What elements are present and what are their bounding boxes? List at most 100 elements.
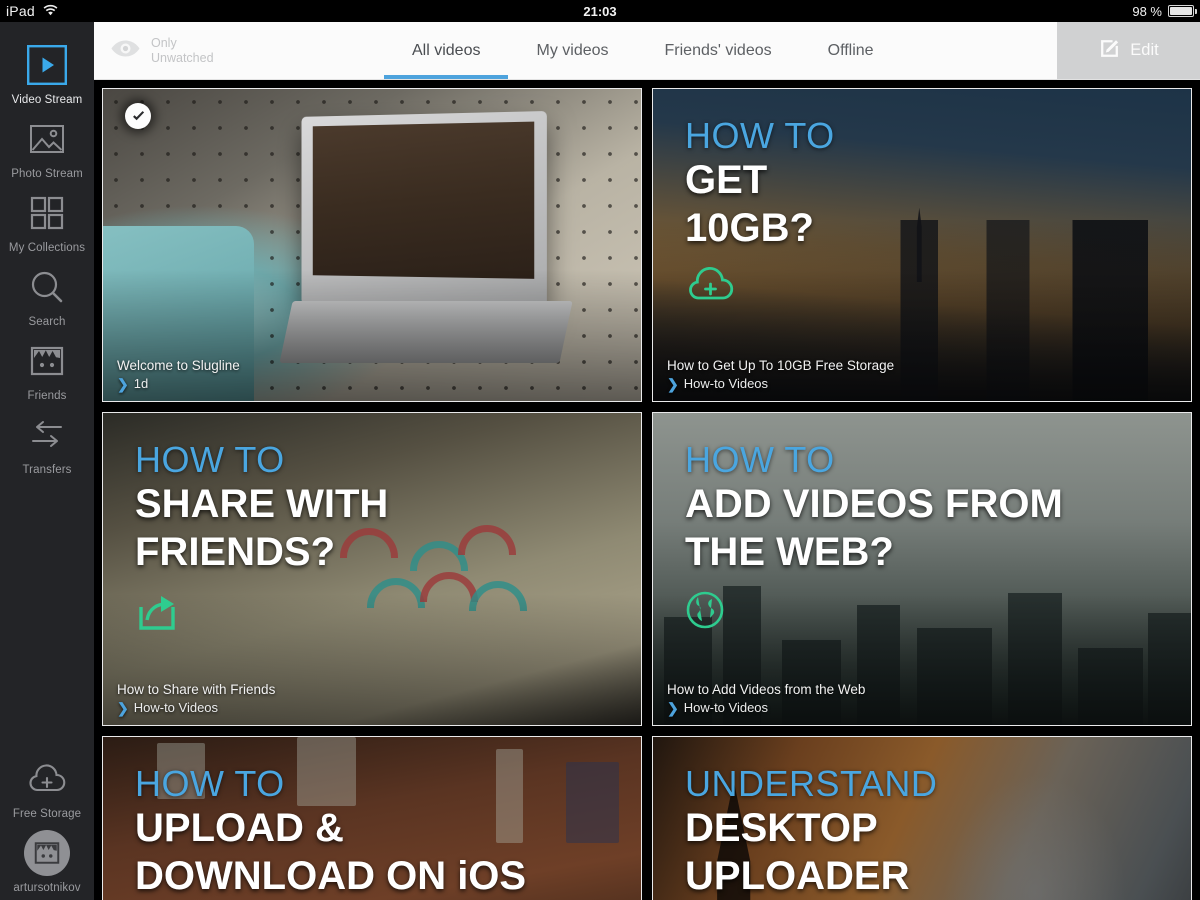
promo-headline-line: DOWNLOAD ON iOS [135,853,527,898]
promo-text-block: UNDERSTAND DESKTOP UPLOADER [685,763,937,900]
globe-icon [685,590,1063,635]
sidebar-label: My Collections [8,242,86,254]
user-avatar-icon [24,830,70,876]
card-meta: How to Share with Friends ❯ How-to Video… [117,682,275,715]
promo-headline-line: FRIENDS? [135,529,335,574]
card-subtitle-row: ❯ 1d [117,376,240,391]
filter-label-group: Only Unwatched [151,36,214,66]
sidebar-item-my-collections[interactable]: My Collections [0,184,94,258]
card-meta: How to Get Up To 10GB Free Storage ❯ How… [667,358,894,391]
sidebar-item-transfers[interactable]: Transfers [0,406,94,480]
status-bar-right: 98 % [1132,3,1197,19]
sidebar-item-search[interactable]: Search [0,258,94,332]
video-card[interactable]: HOW TO ADD VIDEOS FROM THE WEB? How to A… [652,412,1192,726]
promo-headline-line: UPLOAD & [135,806,344,851]
card-title: How to Add Videos from the Web [667,682,866,697]
tab-label: Offline [827,41,874,59]
share-arrow-icon [135,590,388,639]
sidebar-label: Video Stream [11,94,83,106]
video-card[interactable]: HOW TO SHARE WITH FRIENDS? How to Share … [102,412,642,726]
card-title: Welcome to Slugline [117,358,240,373]
chevron-right-icon: ❯ [117,375,129,392]
app-root: Video Stream Photo Stream My Collections… [0,22,1200,900]
promo-text-block: HOW TO ADD VIDEOS FROM THE WEB? [685,439,1063,635]
card-subtitle-row: ❯ How-to Videos [667,376,894,391]
edit-button[interactable]: Edit [1057,22,1200,79]
promo-text-block: HOW TO GET 10GB? [685,115,835,311]
chevron-right-icon: ❯ [117,699,129,716]
grid-squares-icon [24,190,70,236]
promo-headline-line: THE WEB? [685,529,894,574]
card-thumbnail [103,89,641,401]
sidebar-item-free-storage[interactable]: Free Storage [0,750,94,824]
tab-bar: All videos My videos Friends' videos Off… [384,22,1057,79]
promo-headline-line: SHARE WITH [135,482,389,527]
card-subtitle: 1d [133,376,149,391]
card-subtitle-row: ❯ How-to Videos [667,700,865,715]
video-card[interactable]: Welcome to Slugline ❯ 1d [102,88,642,402]
promo-text-block: HOW TO UPLOAD & DOWNLOAD ON iOS [135,763,526,900]
sidebar-item-friends[interactable]: Friends [0,332,94,406]
sidebar-label: Friends [27,390,67,402]
sidebar-username-label: artursotnikov [13,882,81,894]
card-meta: How to Add Videos from the Web ❯ How-to … [667,682,865,715]
edit-button-label: Edit [1130,41,1159,59]
check-circle-icon [125,103,151,129]
tab-offline[interactable]: Offline [800,22,902,79]
search-icon [24,264,70,310]
video-card[interactable]: UNDERSTAND DESKTOP UPLOADER [652,736,1192,900]
ios-status-bar: iPad 21:03 98 % [0,0,1200,22]
chevron-right-icon: ❯ [667,699,679,716]
only-unwatched-filter[interactable]: Only Unwatched [94,22,384,79]
sidebar-label: Transfers [22,464,72,476]
eye-icon [110,38,141,64]
tab-my-videos[interactable]: My videos [508,22,636,79]
video-card[interactable]: HOW TO UPLOAD & DOWNLOAD ON iOS [102,736,642,900]
video-grid: Welcome to Slugline ❯ 1d HOW TO GET 10GB… [94,80,1200,900]
tab-friends-videos[interactable]: Friends' videos [637,22,800,79]
card-title: How to Get Up To 10GB Free Storage [667,358,895,373]
sidebar-label: Free Storage [12,808,82,820]
video-card[interactable]: HOW TO GET 10GB? How to Get Up To 10GB F… [652,88,1192,402]
battery-icon [1168,5,1197,17]
filter-label-line1: Only [151,35,177,50]
sidebar-label: Search [28,316,66,328]
card-subtitle: How-to Videos [133,700,219,715]
photo-icon [24,116,70,162]
promo-headline-line: DESKTOP [685,806,878,851]
monster-face-icon [24,338,70,384]
tab-label: My videos [536,41,609,59]
promo-kicker: HOW TO [135,439,285,480]
cloud-plus-icon [685,266,835,311]
sidebar-item-photo-stream[interactable]: Photo Stream [0,110,94,184]
sidebar-item-user-account[interactable]: artursotnikov [0,824,94,900]
chevron-right-icon: ❯ [667,375,679,392]
promo-headline-line: UPLOADER [685,853,910,898]
tab-label: Friends' videos [664,41,772,59]
promo-kicker: HOW TO [685,115,835,156]
tab-all-videos[interactable]: All videos [384,22,509,79]
top-navigation-bar: Only Unwatched All videos My videos Frie… [94,22,1200,80]
battery-percent-label: 98 % [1132,3,1162,19]
promo-kicker: HOW TO [685,439,835,480]
card-subtitle: How-to Videos [683,376,769,391]
transfer-arrows-icon [24,412,70,458]
sidebar-nav: Video Stream Photo Stream My Collections… [0,22,94,900]
pencil-square-icon [1098,37,1121,65]
promo-kicker: UNDERSTAND [685,763,938,804]
card-title: How to Share with Friends [117,682,276,697]
promo-text-block: HOW TO SHARE WITH FRIENDS? [135,439,388,639]
tab-label: All videos [412,41,481,59]
promo-headline-line: ADD VIDEOS FROM [685,482,1063,527]
cloud-plus-icon [24,756,70,802]
filter-label-line2: Unwatched [151,50,214,65]
promo-headline-line: GET [685,158,768,203]
promo-headline-line: 10GB? [685,205,814,250]
card-meta: Welcome to Slugline ❯ 1d [117,358,240,391]
card-subtitle: How-to Videos [683,700,769,715]
card-subtitle-row: ❯ How-to Videos [117,700,275,715]
status-bar-clock: 21:03 [583,3,617,19]
sidebar-item-video-stream[interactable]: Video Stream [0,36,94,110]
promo-kicker: HOW TO [135,763,285,804]
sidebar-label: Photo Stream [11,168,83,180]
